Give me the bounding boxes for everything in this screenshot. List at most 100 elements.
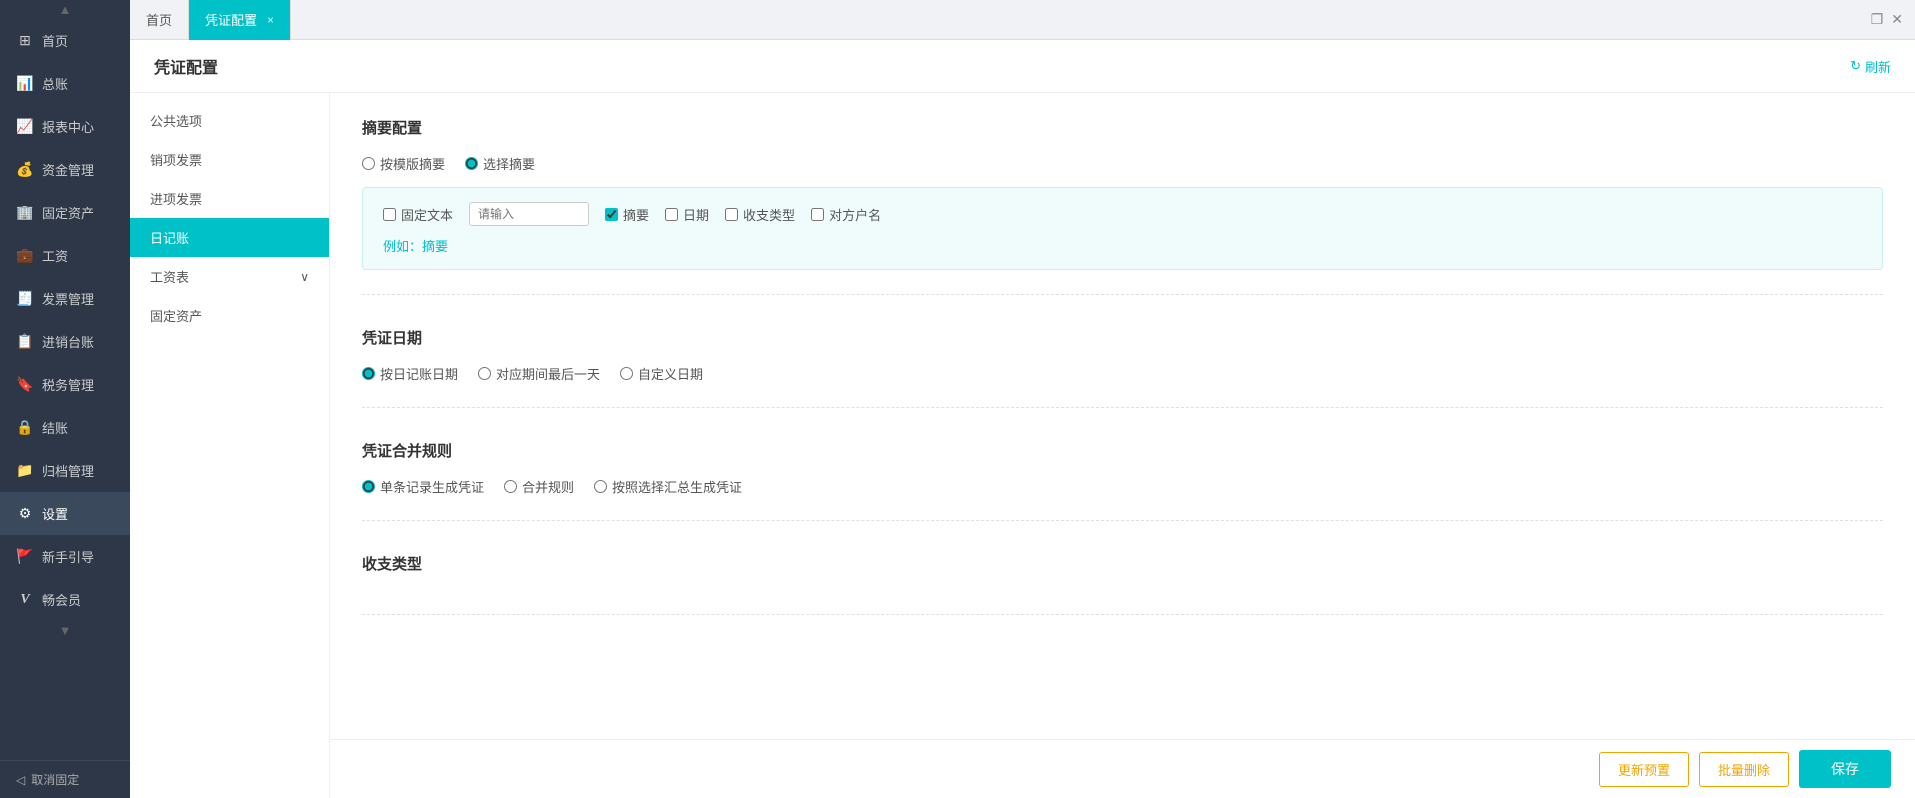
income-type-section: 收支类型 bbox=[362, 553, 1883, 615]
save-button[interactable]: 保存 bbox=[1799, 750, 1891, 788]
income-type-checkbox[interactable] bbox=[725, 208, 738, 221]
refresh-icon: ↻ bbox=[1850, 58, 1861, 74]
right-content: 摘要配置 按模版摘要 选择摘要 固定文本 bbox=[330, 93, 1915, 798]
assets-icon: 🏢 bbox=[16, 204, 34, 221]
sidebar-scroll-up[interactable]: ▲ bbox=[0, 0, 130, 19]
vip-icon: V bbox=[16, 592, 34, 608]
by-journal-date-option[interactable]: 按日记账日期 bbox=[362, 364, 458, 383]
sidebar-item-tax[interactable]: 🔖 税务管理 bbox=[0, 363, 130, 406]
page-title: 凭证配置 bbox=[154, 54, 218, 78]
left-nav: 公共选项 销项发票 进项发票 日记账 工资表 ∨ 固定资产 bbox=[130, 93, 330, 798]
merge-rules-radio[interactable] bbox=[504, 480, 517, 493]
summary-section: 摘要配置 按模版摘要 选择摘要 固定文本 bbox=[362, 117, 1883, 295]
closing-icon: 🔒 bbox=[16, 419, 34, 436]
voucher-date-radio-group: 按日记账日期 对应期间最后一天 自定义日期 bbox=[362, 364, 1883, 383]
main-area: 首页 凭证配置 × ❐ ✕ 凭证配置 ↻ 刷新 公共选项 销项发票 进 bbox=[130, 0, 1915, 798]
settings-icon: ⚙ bbox=[16, 505, 34, 522]
counterpart-checkbox[interactable] bbox=[811, 208, 824, 221]
tab-voucher-config[interactable]: 凭证配置 × bbox=[189, 0, 291, 40]
refresh-button[interactable]: ↻ 刷新 bbox=[1850, 57, 1891, 76]
fixed-text-option[interactable]: 固定文本 bbox=[383, 205, 453, 224]
sidebar-item-archive[interactable]: 📁 归档管理 bbox=[0, 449, 130, 492]
home-icon: ⊞ bbox=[16, 32, 34, 49]
left-nav-sales-invoice[interactable]: 销项发票 bbox=[130, 140, 329, 179]
voucher-date-section: 凭证日期 按日记账日期 对应期间最后一天 自定义日期 bbox=[362, 327, 1883, 408]
left-nav-fixed-assets[interactable]: 固定资产 bbox=[130, 296, 329, 335]
summary-config-box: 固定文本 摘要 日期 收支类型 bbox=[362, 187, 1883, 270]
guide-icon: 🚩 bbox=[16, 548, 34, 565]
summary-title: 摘要配置 bbox=[362, 117, 1883, 138]
select-merge-radio[interactable] bbox=[594, 480, 607, 493]
left-nav-purchase-invoice[interactable]: 进项发票 bbox=[130, 179, 329, 218]
restore-icon[interactable]: ❐ bbox=[1871, 11, 1884, 28]
sidebar-unpin-button[interactable]: ◁ 取消固定 bbox=[0, 760, 130, 798]
tab-close-icon[interactable]: × bbox=[267, 13, 274, 27]
close-icon[interactable]: ✕ bbox=[1891, 11, 1903, 28]
left-nav-journal[interactable]: 日记账 bbox=[130, 218, 329, 257]
merge-rules-title: 凭证合并规则 bbox=[362, 440, 1883, 461]
sidebar: ▲ ⊞ 首页 📊 总账 📈 报表中心 💰 资金管理 🏢 固定资产 💼 工资 🧾 … bbox=[0, 0, 130, 798]
sidebar-item-salary[interactable]: 💼 工资 bbox=[0, 234, 130, 277]
counterpart-option[interactable]: 对方户名 bbox=[811, 205, 881, 224]
merge-rules-section: 凭证合并规则 单条记录生成凭证 合并规则 按照选择汇总生成凭证 bbox=[362, 440, 1883, 521]
last-day-option[interactable]: 对应期间最后一天 bbox=[478, 364, 600, 383]
summary-radio-group: 按模版摘要 选择摘要 bbox=[362, 154, 1883, 173]
summary-checkbox[interactable] bbox=[605, 208, 618, 221]
merge-rules-radio-group: 单条记录生成凭证 合并规则 按照选择汇总生成凭证 bbox=[362, 477, 1883, 496]
single-record-option[interactable]: 单条记录生成凭证 bbox=[362, 477, 484, 496]
example-text: 例如：摘要 bbox=[383, 236, 1862, 255]
select-merge-option[interactable]: 按照选择汇总生成凭证 bbox=[594, 477, 742, 496]
left-nav-public[interactable]: 公共选项 bbox=[130, 101, 329, 140]
income-type-option[interactable]: 收支类型 bbox=[725, 205, 795, 224]
sidebar-item-closing[interactable]: 🔒 结账 bbox=[0, 406, 130, 449]
update-preview-button[interactable]: 更新预置 bbox=[1599, 752, 1689, 787]
invoice-mgmt-icon: 🧾 bbox=[16, 290, 34, 307]
sidebar-item-ledger[interactable]: 📊 总账 bbox=[0, 62, 130, 105]
template-summary-option[interactable]: 按模版摘要 bbox=[362, 154, 445, 173]
sidebar-item-invoice-mgmt[interactable]: 🧾 发票管理 bbox=[0, 277, 130, 320]
window-controls: ❐ ✕ bbox=[1871, 11, 1915, 28]
date-checkbox[interactable] bbox=[665, 208, 678, 221]
income-type-title: 收支类型 bbox=[362, 553, 1883, 574]
archive-icon: 📁 bbox=[16, 462, 34, 479]
tab-home[interactable]: 首页 bbox=[130, 0, 189, 40]
custom-date-radio[interactable] bbox=[620, 367, 633, 380]
content-header: 凭证配置 ↻ 刷新 bbox=[130, 40, 1915, 93]
tax-icon: 🔖 bbox=[16, 376, 34, 393]
chevron-down-icon: ∨ bbox=[300, 270, 309, 284]
fund-icon: 💰 bbox=[16, 161, 34, 178]
select-summary-radio[interactable] bbox=[465, 157, 478, 170]
sidebar-item-assets[interactable]: 🏢 固定资产 bbox=[0, 191, 130, 234]
sidebar-item-vip[interactable]: V 畅会员 bbox=[0, 578, 130, 621]
report-icon: 📈 bbox=[16, 118, 34, 135]
last-day-radio[interactable] bbox=[478, 367, 491, 380]
summary-option[interactable]: 摘要 bbox=[605, 205, 649, 224]
select-summary-option[interactable]: 选择摘要 bbox=[465, 154, 535, 173]
bottom-action-bar: 更新预置 批量删除 保存 bbox=[330, 739, 1915, 798]
date-option[interactable]: 日期 bbox=[665, 205, 709, 224]
sidebar-item-guide[interactable]: 🚩 新手引导 bbox=[0, 535, 130, 578]
batch-delete-button[interactable]: 批量删除 bbox=[1699, 752, 1789, 787]
sidebar-item-settings[interactable]: ⚙ 设置 bbox=[0, 492, 130, 535]
tab-bar: 首页 凭证配置 × ❐ ✕ bbox=[130, 0, 1915, 40]
ledger-icon: 📊 bbox=[16, 75, 34, 92]
salary-icon: 💼 bbox=[16, 247, 34, 264]
sales-ledger-icon: 📋 bbox=[16, 333, 34, 350]
fixed-text-checkbox[interactable] bbox=[383, 208, 396, 221]
fixed-text-input[interactable] bbox=[469, 202, 589, 226]
custom-date-option[interactable]: 自定义日期 bbox=[620, 364, 703, 383]
content-body: 公共选项 销项发票 进项发票 日记账 工资表 ∨ 固定资产 摘要配置 bbox=[130, 93, 1915, 798]
summary-checkbox-row: 固定文本 摘要 日期 收支类型 bbox=[383, 202, 1862, 226]
pin-icon: ◁ bbox=[16, 773, 25, 787]
sidebar-scroll-down[interactable]: ▼ bbox=[0, 621, 130, 640]
left-nav-payroll[interactable]: 工资表 ∨ bbox=[130, 257, 329, 296]
single-record-radio[interactable] bbox=[362, 480, 375, 493]
sidebar-item-report[interactable]: 📈 报表中心 bbox=[0, 105, 130, 148]
by-journal-date-radio[interactable] bbox=[362, 367, 375, 380]
merge-rules-option[interactable]: 合并规则 bbox=[504, 477, 574, 496]
voucher-date-title: 凭证日期 bbox=[362, 327, 1883, 348]
sidebar-item-home[interactable]: ⊞ 首页 bbox=[0, 19, 130, 62]
template-summary-radio[interactable] bbox=[362, 157, 375, 170]
sidebar-item-fund[interactable]: 💰 资金管理 bbox=[0, 148, 130, 191]
sidebar-item-sales-ledger[interactable]: 📋 进销台账 bbox=[0, 320, 130, 363]
